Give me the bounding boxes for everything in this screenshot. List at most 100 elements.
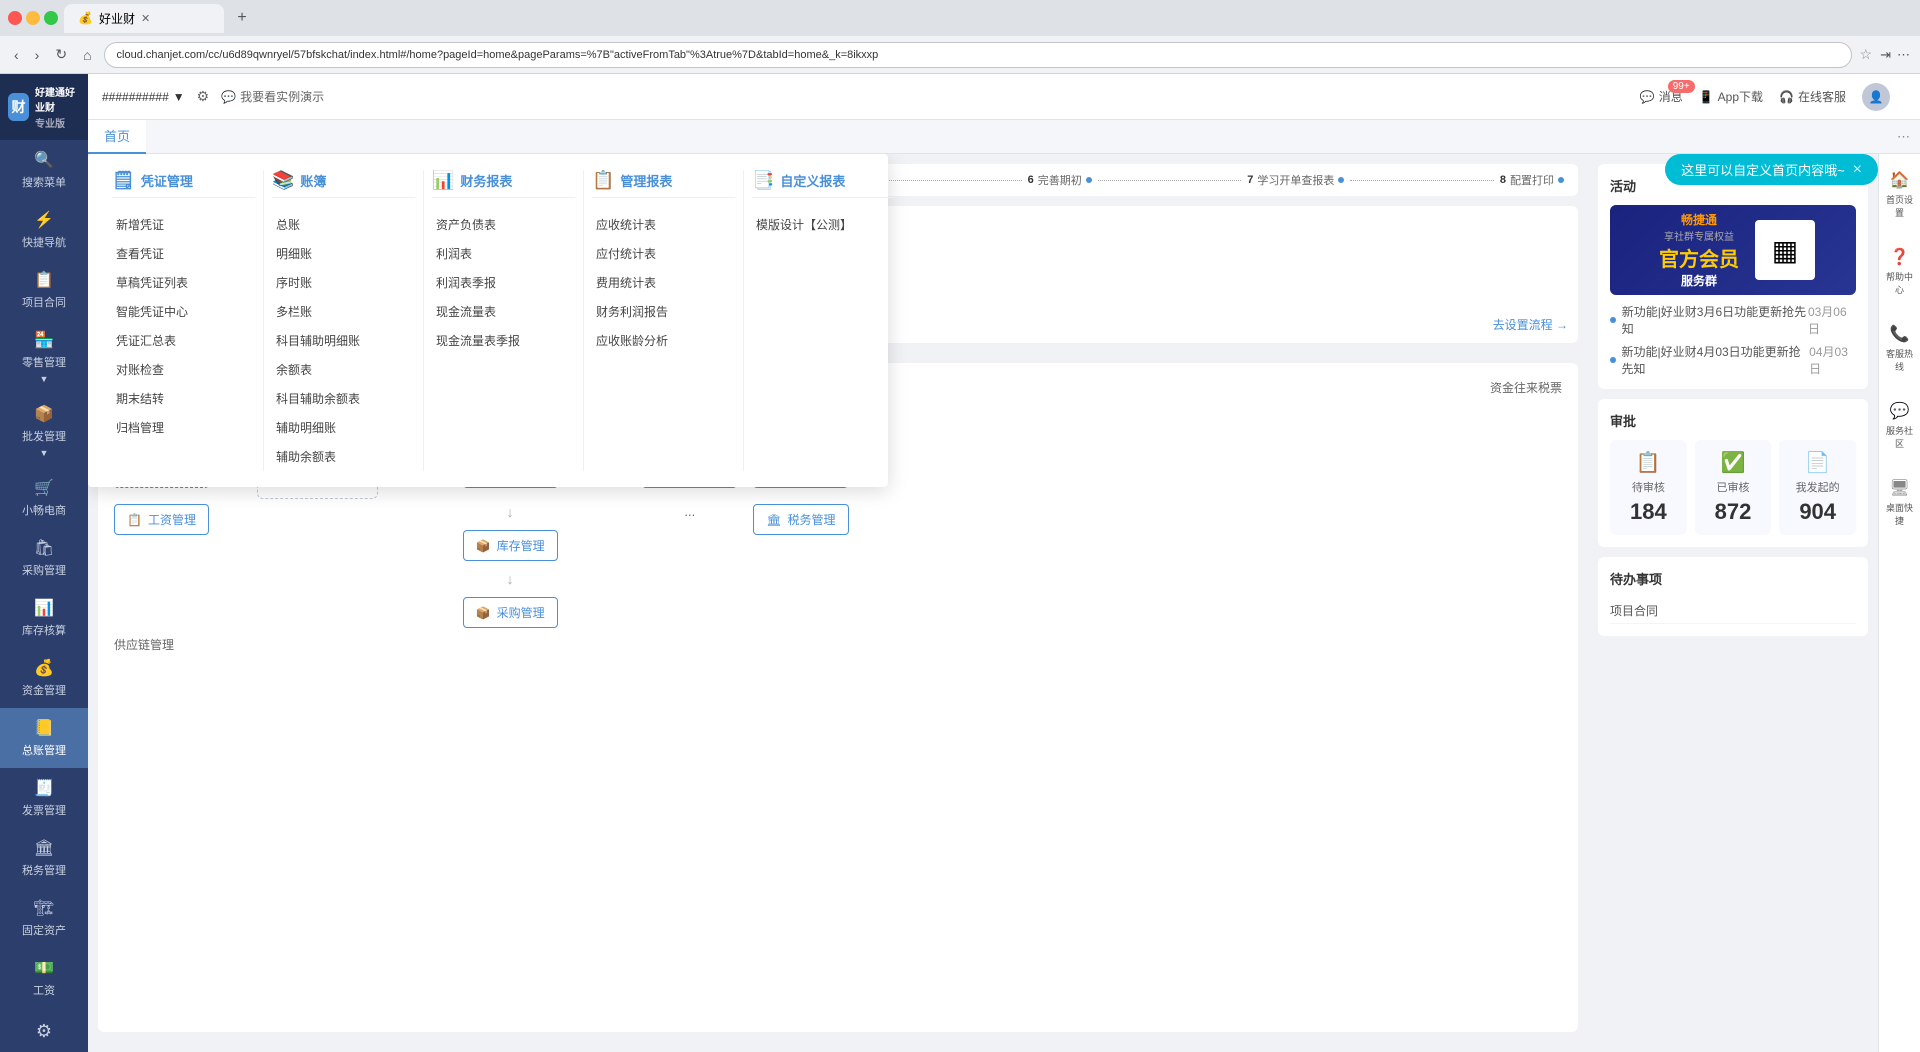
menu-item-balance[interactable]: 余额表: [272, 355, 415, 384]
sidebar-item-purchase[interactable]: 🛍 采购管理: [0, 528, 88, 588]
menu-item-voucher-summary[interactable]: 凭证汇总表: [112, 326, 255, 355]
flow-inventory[interactable]: 📦 库存管理: [463, 530, 558, 561]
menu-item-income-q[interactable]: 利润表季报: [432, 268, 575, 297]
menu-item-subject-detail[interactable]: 科目辅助明细账: [272, 326, 415, 355]
step-7[interactable]: 7 学习开单查报表: [1247, 172, 1344, 188]
step-num-6: 6: [1028, 174, 1034, 186]
menu-item-aux-balance[interactable]: 辅助余额表: [272, 442, 415, 471]
sidebar-item-salary[interactable]: 💵 工资: [0, 948, 88, 1008]
menu-item-template-design[interactable]: 模版设计【公测】: [752, 210, 896, 239]
rs-item-hotline[interactable]: 📞 客服热线: [1879, 318, 1920, 379]
window-close-button[interactable]: [8, 11, 22, 25]
company-selector[interactable]: ########## ▼: [102, 90, 185, 104]
step-num-8: 8: [1500, 174, 1506, 186]
activity-banner[interactable]: 畅捷通 享社群专属权益 官方会员 服务群 ▦: [1610, 205, 1856, 295]
tab-home[interactable]: 首页: [88, 120, 146, 154]
flow-purchase[interactable]: 📦 采购管理: [463, 597, 558, 628]
user-avatar[interactable]: 👤: [1862, 83, 1890, 111]
approval-initiated[interactable]: 📄 我发起的 904: [1779, 440, 1856, 535]
message-button[interactable]: 💬 消息 99+: [1640, 88, 1683, 105]
message-badge: 99+: [1668, 80, 1695, 93]
approval-done[interactable]: ✅ 已审核 872: [1695, 440, 1772, 535]
menu-item-income[interactable]: 利润表: [432, 239, 575, 268]
menu-item-chronological[interactable]: 序时账: [272, 268, 415, 297]
inventory-label: 库存管理: [497, 537, 545, 554]
sidebar-item-label: 税务管理: [22, 862, 66, 878]
sidebar-item-fixed-assets[interactable]: 🏗 固定资产: [0, 888, 88, 948]
activity-item-1[interactable]: 新功能|好业财3月6日功能更新抢先知 03月06日: [1610, 303, 1856, 337]
menu-item-expense[interactable]: 费用统计表: [592, 268, 735, 297]
sidebar-item-project[interactable]: 📋 项目合同: [0, 260, 88, 320]
menu-item-cashflow[interactable]: 现金流量表: [432, 297, 575, 326]
sidebar-item-general-ledger[interactable]: 📒 总账管理: [0, 708, 88, 768]
menu-item-view-voucher[interactable]: 查看凭证: [112, 239, 255, 268]
back-button[interactable]: ‹: [10, 43, 23, 67]
activity-item-2[interactable]: 新功能|好业财4月03日功能更新抢先知 04月03日: [1610, 343, 1856, 377]
menu-item-smart-voucher[interactable]: 智能凭证中心: [112, 297, 255, 326]
sidebar-item-inventory[interactable]: 📊 库存核算: [0, 588, 88, 648]
forward-button[interactable]: ›: [31, 43, 44, 67]
financial-menu-title: 财务报表: [460, 171, 512, 190]
bookmark-button[interactable]: ☆: [1860, 46, 1873, 63]
new-tab-button[interactable]: +: [228, 4, 256, 32]
rs-item-desktop[interactable]: 🖥 桌面快捷: [1879, 472, 1920, 533]
menu-item-aux-detail[interactable]: 辅助明细账: [272, 413, 415, 442]
salary-flow-label: 工资管理: [148, 511, 196, 528]
approval-pending[interactable]: 📋 待审核 184: [1610, 440, 1687, 535]
tooltip-close-button[interactable]: ×: [1853, 161, 1862, 179]
menu-item-payable[interactable]: 应付统计表: [592, 239, 735, 268]
sidebar-item-capital[interactable]: 💰 资金管理: [0, 648, 88, 708]
salary-flow-icon: 📋: [127, 513, 142, 527]
window-max-button[interactable]: [44, 11, 58, 25]
step-8[interactable]: 8 配置打印: [1500, 172, 1564, 188]
menu-item-new-voucher[interactable]: 新增凭证: [112, 210, 255, 239]
flow-salary[interactable]: 📋 工资管理: [114, 504, 209, 535]
rs-item-help[interactable]: ❓ 帮助中心: [1879, 241, 1920, 302]
ledger-menu-icon: 📚: [272, 170, 294, 191]
activity-date-1: 03月06日: [1808, 303, 1856, 337]
window-min-button[interactable]: [26, 11, 40, 25]
sidebar-item-wholesale[interactable]: 📦 批发管理 ▼: [0, 394, 88, 468]
menu-item-receivable[interactable]: 应收统计表: [592, 210, 735, 239]
rs-item-community[interactable]: 💬 服务社区: [1879, 395, 1920, 456]
sidebar-item-retail[interactable]: 🏪 零售管理 ▼: [0, 320, 88, 394]
online-service-button[interactable]: 🎧 在线客服: [1779, 88, 1846, 105]
menu-item-subject-balance[interactable]: 科目辅助余额表: [272, 384, 415, 413]
menu-item-draft-voucher[interactable]: 草稿凭证列表: [112, 268, 255, 297]
menu-item-aging[interactable]: 应收账龄分析: [592, 326, 735, 355]
step-dot-6: [1086, 177, 1092, 183]
sidebar-item-quick-nav[interactable]: ⚡ 快捷导航: [0, 200, 88, 260]
sidebar-item-invoice[interactable]: 🧾 发票管理: [0, 768, 88, 828]
menu-item-detail[interactable]: 明细账: [272, 239, 415, 268]
demo-button[interactable]: 💬 我要看实例演示: [221, 88, 324, 105]
app-download-button[interactable]: 📱 App下载: [1699, 88, 1763, 105]
service-label: 在线客服: [1798, 88, 1846, 105]
address-bar[interactable]: cloud.chanjet.com/cc/u6d89qwnryel/57bfsk…: [104, 42, 1852, 68]
ext-icon-1[interactable]: ⇥: [1880, 47, 1891, 63]
todo-item-1[interactable]: 项目合同: [1610, 598, 1856, 624]
menu-item-profit-report[interactable]: 财务利润报告: [592, 297, 735, 326]
tab-expand-button[interactable]: ⋯: [1887, 129, 1920, 145]
menu-item-cashflow-q[interactable]: 现金流量表季报: [432, 326, 575, 355]
sidebar-item-ecommerce[interactable]: 🛒 小畅电商: [0, 468, 88, 528]
step-6[interactable]: 6 完善期初: [1028, 172, 1092, 188]
sidebar-item-tax[interactable]: 🏛 税务管理: [0, 828, 88, 888]
menu-item-archive[interactable]: 归档管理: [112, 413, 255, 442]
menu-item-general[interactable]: 总账: [272, 210, 415, 239]
rs-label-hotline: 客服热线: [1883, 347, 1916, 373]
ext-icon-2[interactable]: ⋯: [1897, 47, 1910, 63]
home-button[interactable]: ⌂: [79, 43, 95, 67]
initiated-label: 我发起的: [1796, 479, 1840, 495]
tab-close-button[interactable]: ✕: [141, 12, 150, 25]
flow-tax[interactable]: 🏛 税务管理: [753, 504, 848, 535]
menu-item-reconcile[interactable]: 对账检查: [112, 355, 255, 384]
menu-item-multi-col[interactable]: 多栏账: [272, 297, 415, 326]
header-settings-icon[interactable]: ⚙: [197, 88, 210, 105]
menu-item-balance-sheet[interactable]: 资产负债表: [432, 210, 575, 239]
rs-item-home-settings[interactable]: 🏠 首页设置: [1879, 164, 1920, 225]
refresh-button[interactable]: ↻: [51, 42, 71, 67]
sidebar-settings[interactable]: ⚙: [0, 1011, 88, 1052]
sidebar-item-search[interactable]: 🔍 搜索菜单: [0, 140, 88, 200]
menu-item-period-close[interactable]: 期末结转: [112, 384, 255, 413]
browser-tab-active[interactable]: 💰 好业财 ✕: [64, 4, 224, 33]
